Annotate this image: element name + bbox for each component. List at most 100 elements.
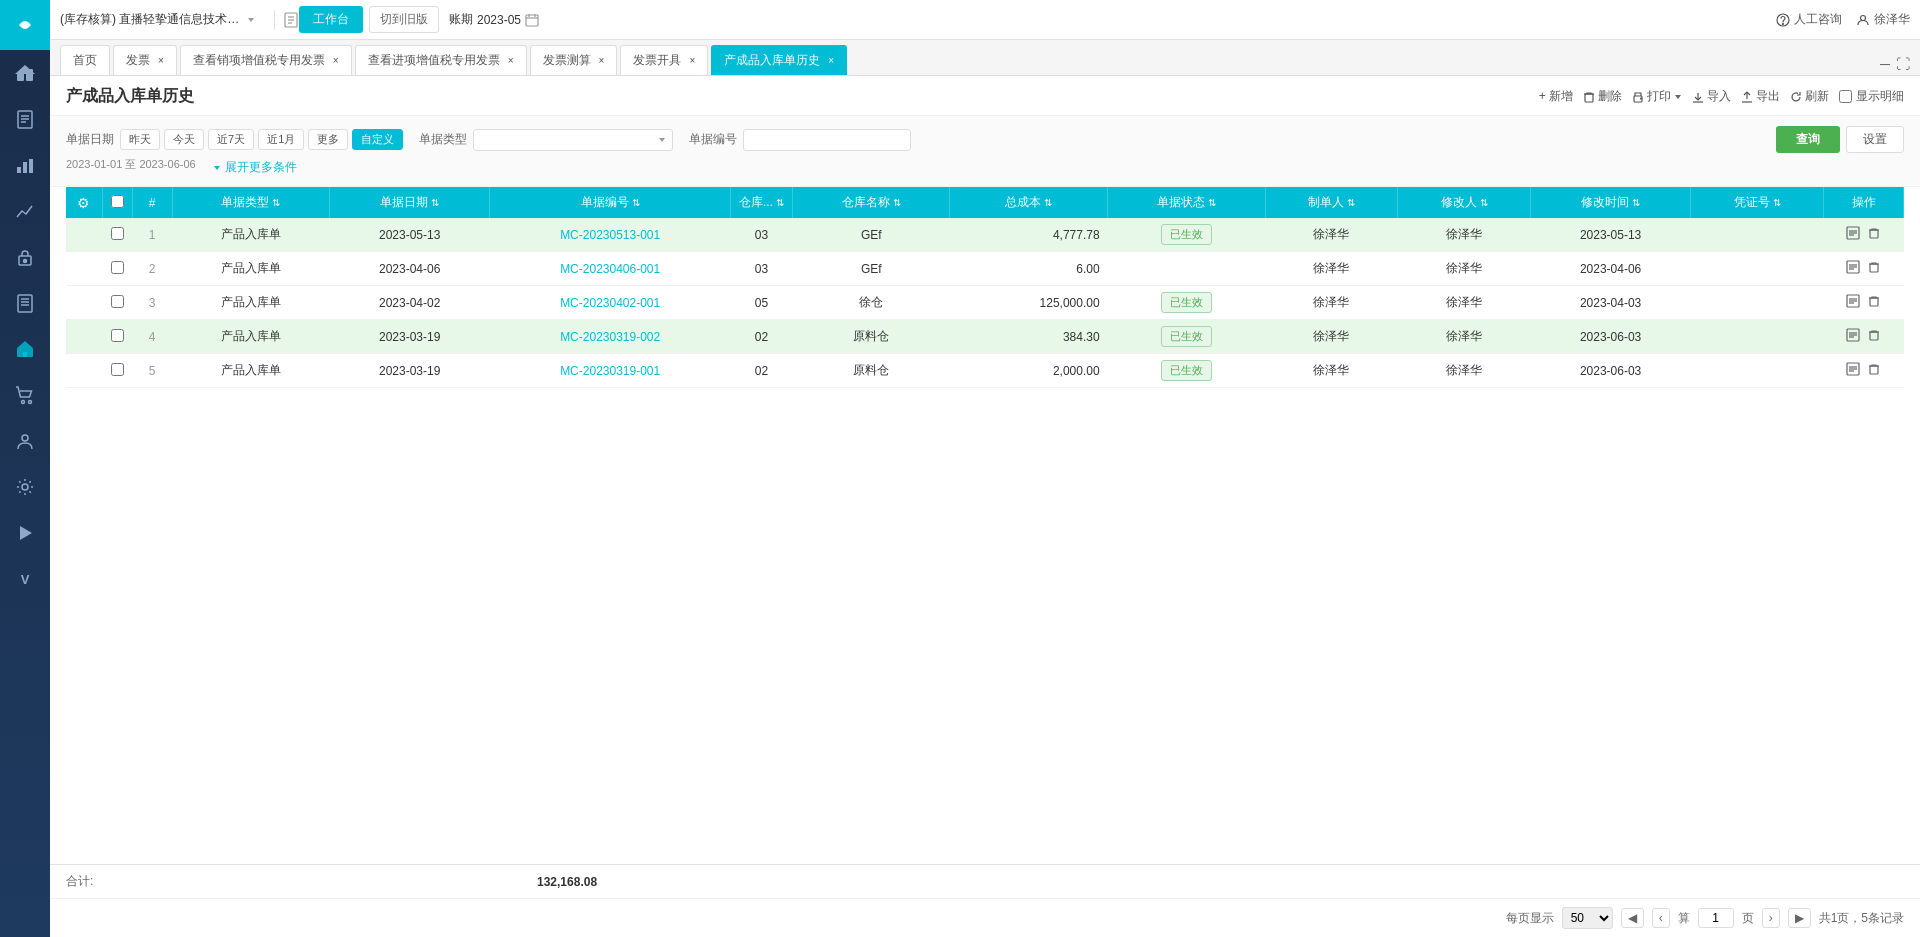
last-page-btn[interactable]: ▶	[1788, 908, 1811, 928]
type-filter-select[interactable]: 产品入库单	[473, 129, 673, 151]
page-number-input[interactable]: 1	[1698, 908, 1734, 928]
date-btn-today[interactable]: 今天	[164, 129, 204, 150]
delete-action-btn[interactable]	[1865, 258, 1883, 279]
col-settings-btn[interactable]: ⚙	[77, 195, 90, 211]
tab-product-stock[interactable]: 产成品入库单历史 ×	[711, 45, 847, 75]
number-link[interactable]: MC-20230513-001	[560, 228, 660, 242]
sidebar-item-play[interactable]	[0, 510, 50, 556]
date-btn-yesterday[interactable]: 昨天	[120, 129, 160, 150]
export-button[interactable]: 导出	[1741, 88, 1780, 105]
tab-purchase-vat[interactable]: 查看进项增值税专用发票 ×	[355, 45, 527, 75]
sidebar-item-docs[interactable]	[0, 280, 50, 326]
row-checkbox[interactable]	[111, 295, 124, 308]
calendar-icon[interactable]	[525, 13, 539, 27]
number-link[interactable]: MC-20230319-002	[560, 330, 660, 344]
th-date[interactable]: 单据日期⇅	[330, 187, 490, 218]
th-total-cost[interactable]: 总成本⇅	[950, 187, 1108, 218]
tab-invoice-issue-close[interactable]: ×	[689, 55, 695, 66]
sidebar-item-purchase[interactable]	[0, 372, 50, 418]
edit-action-btn[interactable]	[1844, 224, 1862, 245]
tab-sales-vat[interactable]: 查看销项增值税专用发票 ×	[180, 45, 352, 75]
td-checkbox[interactable]	[102, 218, 132, 252]
tab-invoice-issue[interactable]: 发票开具 ×	[620, 45, 708, 75]
row-checkbox[interactable]	[111, 227, 124, 240]
number-link[interactable]: MC-20230319-001	[560, 364, 660, 378]
tab-sales-vat-close[interactable]: ×	[333, 55, 339, 66]
edit-action-btn[interactable]	[1844, 326, 1862, 347]
sidebar-item-home[interactable]	[0, 50, 50, 96]
th-settings[interactable]: ⚙	[66, 187, 102, 218]
edit-action-btn[interactable]	[1844, 360, 1862, 381]
user-section[interactable]: 徐泽华	[1856, 11, 1910, 28]
refresh-button[interactable]: 刷新	[1790, 88, 1829, 105]
date-btn-custom[interactable]: 自定义	[352, 129, 403, 150]
sidebar-item-settings[interactable]	[0, 464, 50, 510]
select-all-checkbox[interactable]	[111, 195, 124, 208]
import-button[interactable]: 导入	[1692, 88, 1731, 105]
print-button[interactable]: 打印	[1632, 88, 1682, 105]
th-status[interactable]: 单据状态⇅	[1108, 187, 1266, 218]
th-creator[interactable]: 制单人⇅	[1265, 187, 1398, 218]
row-checkbox[interactable]	[111, 329, 124, 342]
workbench-button[interactable]: 工作台	[299, 6, 363, 33]
per-page-select[interactable]: 20 50 100	[1562, 907, 1613, 929]
tab-invoice[interactable]: 发票 ×	[113, 45, 177, 75]
edit-action-btn[interactable]	[1844, 292, 1862, 313]
app-logo[interactable]	[0, 0, 50, 50]
row-checkbox[interactable]	[111, 363, 124, 376]
th-warehouse-name[interactable]: 仓库名称⇅	[792, 187, 950, 218]
th-type[interactable]: 单据类型⇅	[172, 187, 330, 218]
number-link[interactable]: MC-20230402-001	[560, 296, 660, 310]
show-detail-checkbox[interactable]: 显示明细	[1839, 88, 1904, 105]
expand-more-btn[interactable]: 展开更多条件	[212, 159, 297, 176]
number-link[interactable]: MC-20230406-001	[560, 262, 660, 276]
th-modify-time[interactable]: 修改时间⇅	[1530, 187, 1690, 218]
sidebar-item-lock[interactable]	[0, 234, 50, 280]
tab-invoice-calc-close[interactable]: ×	[599, 55, 605, 66]
th-number[interactable]: 单据编号⇅	[490, 187, 731, 218]
delete-action-btn[interactable]	[1865, 292, 1883, 313]
company-selector[interactable]: (库存核算) 直播轻挚通信息技术股份...	[60, 11, 256, 28]
edit-action-btn[interactable]	[1844, 258, 1862, 279]
td-checkbox[interactable]	[102, 354, 132, 388]
td-checkbox[interactable]	[102, 286, 132, 320]
row-checkbox[interactable]	[111, 261, 124, 274]
th-checkbox[interactable]	[102, 187, 132, 218]
new-button[interactable]: + 新增	[1539, 88, 1573, 105]
sidebar-item-analytics[interactable]	[0, 142, 50, 188]
settings-button[interactable]: 设置	[1846, 126, 1904, 153]
delete-action-btn[interactable]	[1865, 224, 1883, 245]
tab-purchase-vat-close[interactable]: ×	[508, 55, 514, 66]
td-checkbox[interactable]	[102, 320, 132, 354]
th-warehouse-code[interactable]: 仓库...⇅	[730, 187, 792, 218]
th-voucher[interactable]: 凭证号⇅	[1691, 187, 1824, 218]
switch-button[interactable]: 切到旧版	[369, 6, 439, 33]
sidebar-item-invoice[interactable]	[0, 96, 50, 142]
td-checkbox[interactable]	[102, 252, 132, 286]
show-detail-input[interactable]	[1839, 90, 1852, 103]
delete-action-btn[interactable]	[1865, 326, 1883, 347]
query-button[interactable]: 查询	[1776, 126, 1840, 153]
sidebar-item-person[interactable]	[0, 418, 50, 464]
delete-button[interactable]: 删除	[1583, 88, 1622, 105]
tab-maximize-button[interactable]: ⛶	[1896, 56, 1910, 72]
next-page-btn[interactable]: ›	[1762, 908, 1780, 928]
tab-product-stock-close[interactable]: ×	[828, 55, 834, 66]
sidebar-item-version[interactable]: V	[0, 556, 50, 602]
th-modifier[interactable]: 修改人⇅	[1398, 187, 1531, 218]
prev-page-btn[interactable]: ‹	[1652, 908, 1670, 928]
tab-invoice-close[interactable]: ×	[158, 55, 164, 66]
date-btn-7days[interactable]: 近7天	[208, 129, 254, 150]
sidebar-item-inventory[interactable]	[0, 326, 50, 372]
date-btn-1month[interactable]: 近1月	[258, 129, 304, 150]
delete-action-btn[interactable]	[1865, 360, 1883, 381]
number-filter-input[interactable]	[743, 129, 911, 151]
first-page-btn[interactable]: ◀	[1621, 908, 1644, 928]
tab-minimize-button[interactable]: ─	[1880, 56, 1890, 72]
sidebar-item-chart[interactable]	[0, 188, 50, 234]
tab-home[interactable]: 首页	[60, 45, 110, 75]
date-btn-more[interactable]: 更多	[308, 129, 348, 150]
help-section[interactable]: 人工咨询	[1776, 11, 1842, 28]
td-status: 已生效	[1108, 320, 1266, 354]
tab-invoice-calc[interactable]: 发票测算 ×	[530, 45, 618, 75]
